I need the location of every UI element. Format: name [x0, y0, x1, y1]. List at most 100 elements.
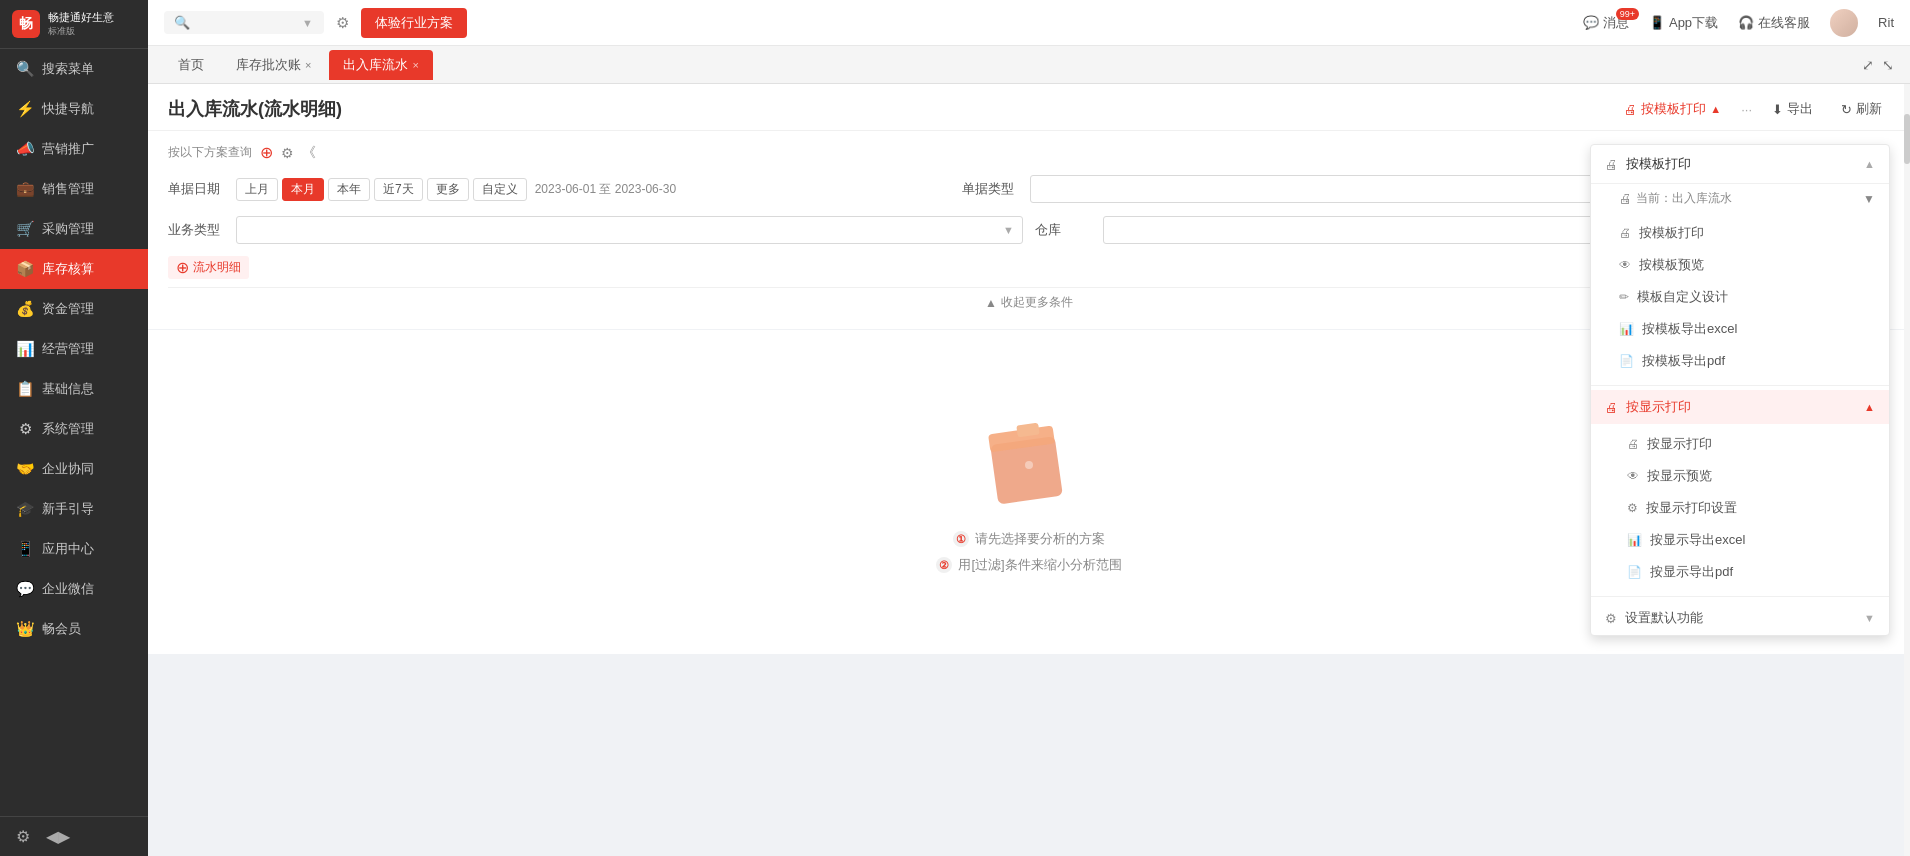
- topbar-gear-icon[interactable]: ⚙: [336, 14, 349, 32]
- sidebar-item-system[interactable]: ⚙ 系统管理: [0, 409, 148, 449]
- flow-detail-tag-label: 流水明细: [193, 259, 241, 276]
- pdf-icon: 📄: [1619, 354, 1634, 368]
- page-content: 出入库流水(流水明细) 🖨 按模板打印 ▲ ··· ⬇ 导出 ↻ 刷新: [148, 84, 1910, 856]
- dropdown-display-preview-item[interactable]: 👁 按显示预览: [1591, 460, 1889, 492]
- online-service-button[interactable]: 🎧 在线客服: [1738, 14, 1810, 32]
- refresh-button[interactable]: ↻ 刷新: [1833, 96, 1890, 122]
- sidebar-item-wechat[interactable]: 💬 企业微信: [0, 569, 148, 609]
- mobile-icon: 📱: [16, 540, 34, 558]
- tab-batch-ledger[interactable]: 库存批次账 ×: [222, 50, 325, 80]
- last-7-btn[interactable]: 近7天: [374, 178, 423, 201]
- doc-type-label: 单据类型: [962, 180, 1022, 198]
- dropdown-display-settings-label: 按显示打印设置: [1646, 499, 1737, 517]
- filter-settings-icon[interactable]: ⚙: [281, 145, 294, 161]
- svg-point-3: [1025, 461, 1033, 469]
- filter-collapse-icon[interactable]: 《: [302, 144, 316, 162]
- sidebar-item-search[interactable]: 🔍 搜索菜单: [0, 49, 148, 89]
- preview-icon: 👁: [1619, 258, 1631, 272]
- business-type-select[interactable]: ▼: [236, 216, 1023, 244]
- dropdown-display-excel-item[interactable]: 📊 按显示导出excel: [1591, 524, 1889, 556]
- dropdown-display-preview-label: 按显示预览: [1647, 467, 1712, 485]
- template-print-button[interactable]: 🖨 按模板打印 ▲: [1616, 96, 1729, 122]
- export-button[interactable]: ⬇ 导出: [1764, 96, 1821, 122]
- sidebar-item-finance[interactable]: 💰 资金管理: [0, 289, 148, 329]
- actions-more-icon[interactable]: ···: [1741, 102, 1752, 117]
- empty-svg: [979, 410, 1079, 510]
- print-small-icon: 🖨: [1619, 226, 1631, 240]
- sidebar-item-sales[interactable]: 💼 销售管理: [0, 169, 148, 209]
- print-icon2: 🖨: [1627, 437, 1639, 451]
- dropdown-display-excel-label: 按显示导出excel: [1650, 531, 1745, 549]
- dropdown-template-print-label: 按模板打印: [1639, 224, 1704, 242]
- box-icon: 📦: [16, 260, 34, 278]
- sidebar-item-label: 系统管理: [42, 420, 94, 438]
- dropdown-title: 按模板打印: [1626, 155, 1691, 173]
- this-year-btn[interactable]: 本年: [328, 178, 370, 201]
- tab-flow-close[interactable]: ×: [412, 59, 418, 71]
- last-month-btn[interactable]: 上月: [236, 178, 278, 201]
- tab-flow[interactable]: 出入库流水 ×: [329, 50, 432, 80]
- dropdown-template-pdf-item[interactable]: 📄 按模板导出pdf: [1591, 345, 1889, 377]
- megaphone-icon: 📣: [16, 140, 34, 158]
- sidebar-item-apps[interactable]: 📱 应用中心: [0, 529, 148, 569]
- sidebar-item-vip[interactable]: 👑 畅会员: [0, 609, 148, 649]
- app-download-label: App下载: [1669, 14, 1718, 32]
- search-input[interactable]: [196, 16, 296, 30]
- tab-expand-icon[interactable]: ⤢: [1862, 57, 1874, 73]
- sidebar-item-guide[interactable]: 🎓 新手引导: [0, 489, 148, 529]
- collapse-sidebar-icon[interactable]: ◀▶: [46, 827, 70, 846]
- date-label: 单据日期: [168, 180, 228, 198]
- sidebar-item-label: 资金管理: [42, 300, 94, 318]
- dropdown-display-pdf-item[interactable]: 📄 按显示导出pdf: [1591, 556, 1889, 588]
- dropdown-display-section-header[interactable]: 🖨 按显示打印 ▲: [1591, 390, 1889, 424]
- app-download-button[interactable]: 📱 App下载: [1649, 14, 1718, 32]
- user-avatar[interactable]: [1830, 9, 1858, 37]
- dropdown-template-print-item[interactable]: 🖨 按模板打印: [1591, 217, 1889, 249]
- dropdown-default-section[interactable]: ⚙ 设置默认功能 ▼: [1591, 601, 1889, 635]
- dropdown-display-print-item[interactable]: 🖨 按显示打印: [1591, 428, 1889, 460]
- sidebar-item-label: 企业微信: [42, 580, 94, 598]
- dropdown-display-pdf-label: 按显示导出pdf: [1650, 563, 1733, 581]
- settings-icon2: ⚙: [1627, 501, 1638, 515]
- sidebar-item-quick-nav[interactable]: ⚡ 快捷导航: [0, 89, 148, 129]
- sidebar-item-operations[interactable]: 📊 经营管理: [0, 329, 148, 369]
- dropdown-template-preview-label: 按模板预览: [1639, 256, 1704, 274]
- topbar-search[interactable]: 🔍 ▼: [164, 11, 324, 34]
- filter-item-business: 业务类型 ▼: [168, 216, 1023, 244]
- trial-button[interactable]: 体验行业方案: [361, 8, 467, 38]
- custom-btn[interactable]: 自定义: [473, 178, 527, 201]
- settings-icon[interactable]: ⚙: [16, 827, 30, 846]
- default-chevron-icon: ▼: [1864, 612, 1875, 624]
- content-scrollbar[interactable]: [1904, 84, 1910, 856]
- dropdown-template-excel-item[interactable]: 📊 按模板导出excel: [1591, 313, 1889, 345]
- page-actions: 🖨 按模板打印 ▲ ··· ⬇ 导出 ↻ 刷新: [1616, 96, 1890, 122]
- preview-icon2: 👁: [1627, 469, 1639, 483]
- dropdown-template-custom-item[interactable]: ✏ 模板自定义设计: [1591, 281, 1889, 313]
- date-range: 2023-06-01 至 2023-06-30: [535, 181, 676, 198]
- sidebar-logo: 畅 畅捷通好生意 标准版: [0, 0, 148, 49]
- this-month-btn[interactable]: 本月: [282, 178, 324, 201]
- tab-collapse-icon[interactable]: ⤡: [1882, 57, 1894, 73]
- message-icon: 💬: [1583, 15, 1599, 30]
- sidebar-item-label: 营销推广: [42, 140, 94, 158]
- more-btn[interactable]: 更多: [427, 178, 469, 201]
- tab-home[interactable]: 首页: [164, 50, 218, 80]
- scrollbar-thumb[interactable]: [1904, 114, 1910, 164]
- sidebar-item-purchase[interactable]: 🛒 采购管理: [0, 209, 148, 249]
- sidebar-item-label: 采购管理: [42, 220, 94, 238]
- sidebar-item-collab[interactable]: 🤝 企业协同: [0, 449, 148, 489]
- dropdown-default-label: 设置默认功能: [1625, 609, 1703, 627]
- dropdown-header: 🖨 按模板打印 ▲: [1591, 145, 1889, 184]
- dropdown-divider-2: [1591, 596, 1889, 597]
- filter-add-icon[interactable]: ⊕: [260, 143, 273, 162]
- sidebar-item-basics[interactable]: 📋 基础信息: [0, 369, 148, 409]
- dropdown-display-settings-item[interactable]: ⚙ 按显示打印设置: [1591, 492, 1889, 524]
- dropdown-template-preview-item[interactable]: 👁 按模板预览: [1591, 249, 1889, 281]
- sidebar-item-marketing[interactable]: 📣 营销推广: [0, 129, 148, 169]
- message-button[interactable]: 💬 消息 99+: [1583, 14, 1629, 32]
- sidebar-item-inventory[interactable]: 📦 库存核算: [0, 249, 148, 289]
- tab-batch-ledger-close[interactable]: ×: [305, 59, 311, 71]
- sidebar-item-label: 应用中心: [42, 540, 94, 558]
- excel-icon: 📊: [1619, 322, 1634, 336]
- tab-batch-ledger-label: 库存批次账: [236, 56, 301, 74]
